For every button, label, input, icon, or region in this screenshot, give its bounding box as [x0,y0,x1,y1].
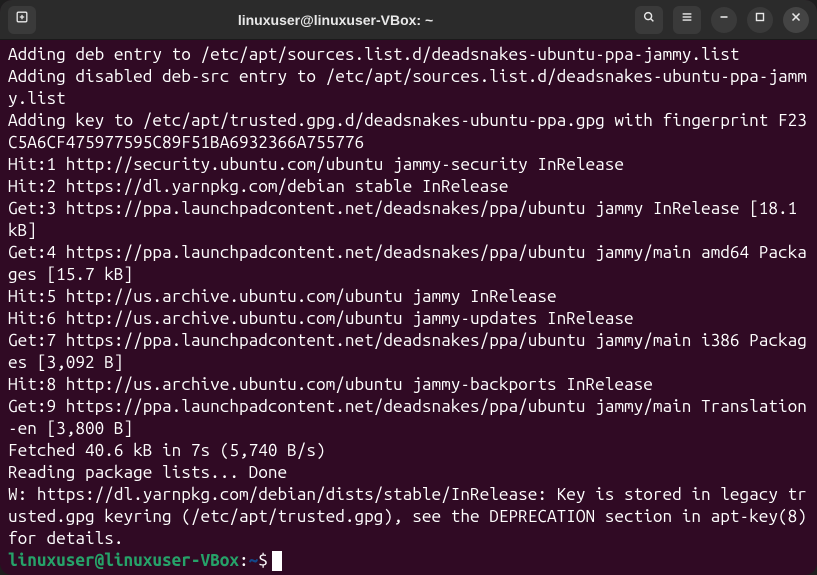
maximize-icon [753,10,767,29]
terminal-body[interactable]: Adding deb entry to /etc/apt/sources.lis… [0,40,817,575]
search-button[interactable] [635,6,663,34]
prompt-line: linuxuser@linuxuser-VBox:~$ [8,550,809,572]
titlebar-left [8,6,36,34]
window-title: linuxuser@linuxuser-VBox: ~ [44,12,627,28]
close-icon [789,10,803,29]
close-button[interactable] [783,7,809,33]
new-tab-button[interactable] [8,6,36,34]
search-icon [642,10,656,29]
terminal-output: Adding deb entry to /etc/apt/sources.lis… [8,45,817,548]
menu-icon [680,10,694,29]
prompt-symbol: $ [258,550,268,572]
menu-button[interactable] [673,6,701,34]
titlebar: linuxuser@linuxuser-VBox: ~ [0,0,817,40]
maximize-button[interactable] [747,7,773,33]
cursor [272,551,282,571]
minimize-icon [717,10,731,29]
terminal-window: linuxuser@linuxuser-VBox: ~ [0,0,817,575]
minimize-button[interactable] [711,7,737,33]
prompt-user-host: linuxuser@linuxuser-VBox [8,550,239,572]
prompt-separator: : [239,550,249,572]
titlebar-right [635,6,809,34]
prompt-path: ~ [249,550,259,572]
new-tab-icon [15,10,29,29]
